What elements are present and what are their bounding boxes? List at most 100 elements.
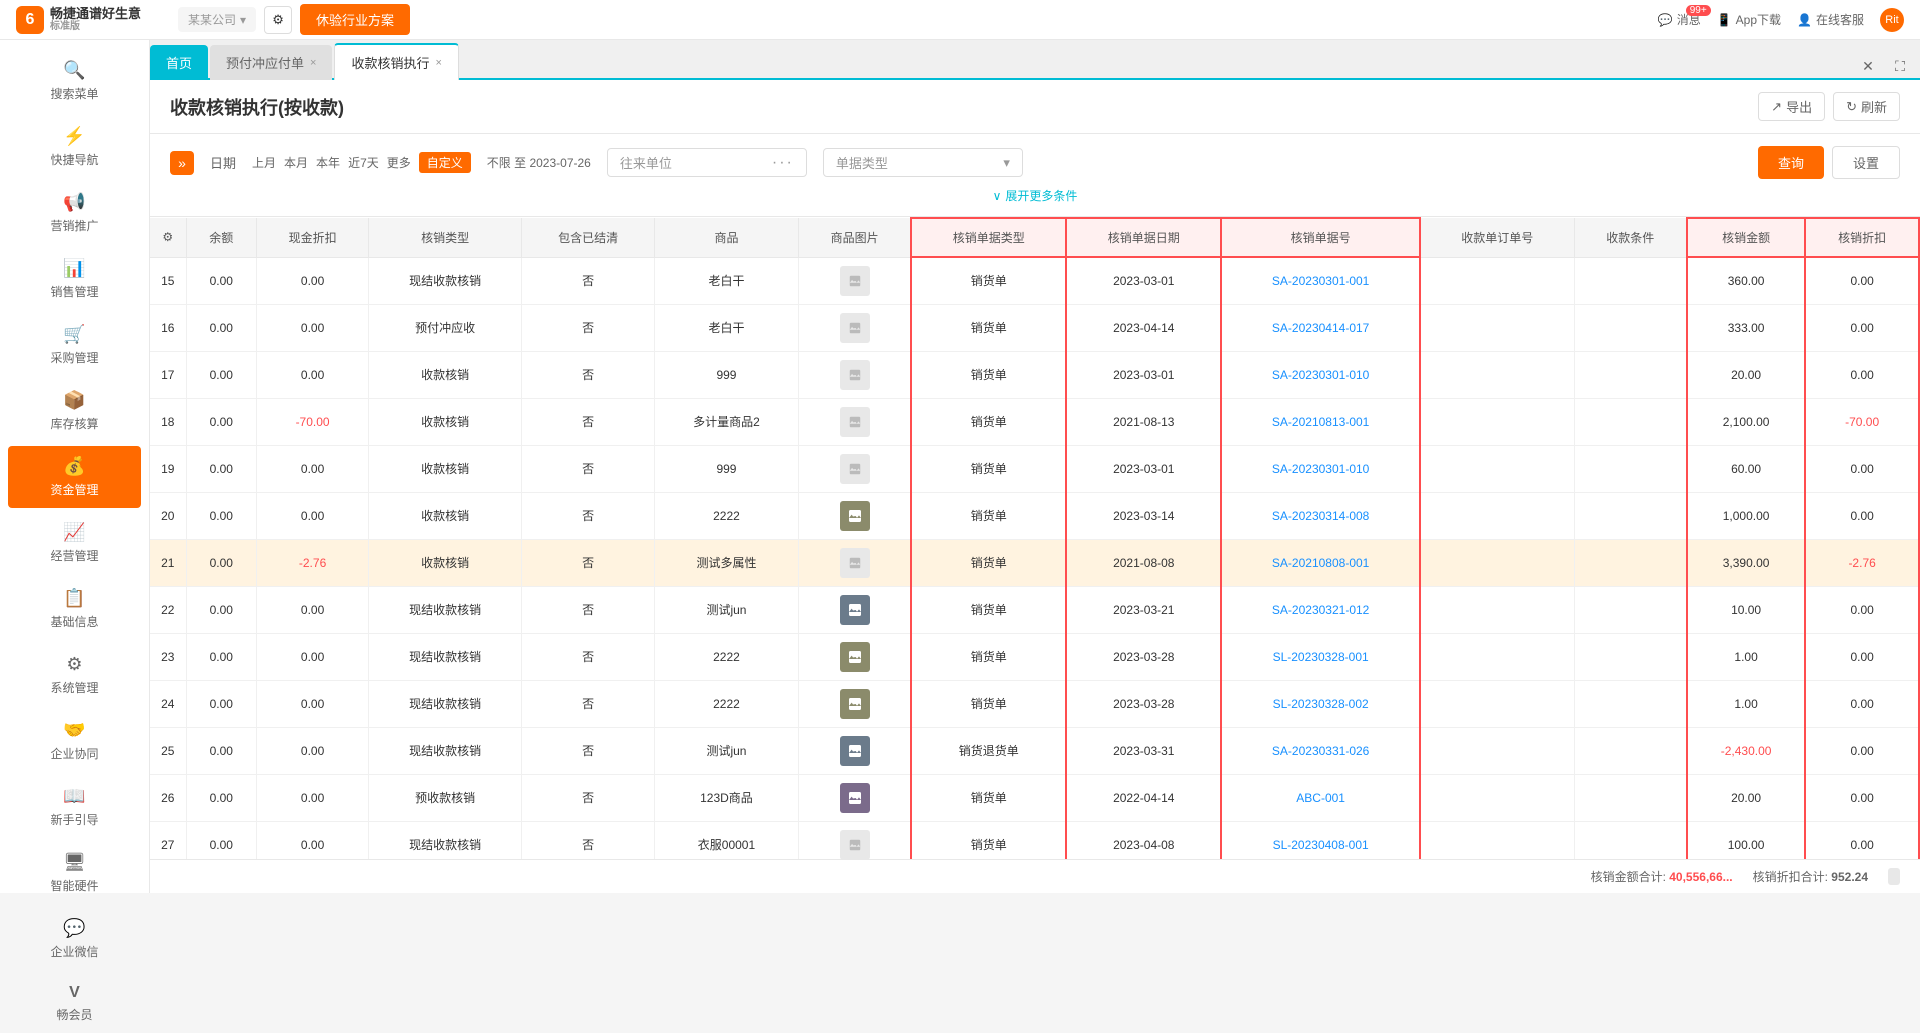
cell-bill-no[interactable]: SA-20230301-001 bbox=[1221, 257, 1420, 304]
cell-bill-no[interactable]: SA-20230301-010 bbox=[1221, 445, 1420, 492]
product-image-default[interactable] bbox=[840, 266, 870, 296]
cell-included: 否 bbox=[522, 633, 655, 680]
data-table-container: ⚙ 余额 现金折扣 核销类型 包含已结清 商品 商品图片 核销单据类型 核销单据… bbox=[150, 217, 1920, 859]
user-avatar[interactable]: Rit bbox=[1880, 8, 1904, 32]
sidebar-item-hardware[interactable]: 🖥 智能硬件 bbox=[8, 842, 141, 904]
cell-bill-no[interactable]: ABC-001 bbox=[1221, 774, 1420, 821]
tab-expand-button[interactable]: ⛶ bbox=[1888, 54, 1912, 78]
cell-id: 18 bbox=[150, 398, 186, 445]
settings-button[interactable]: ⚙ bbox=[264, 6, 292, 34]
date-more[interactable]: 更多 bbox=[387, 154, 411, 171]
sidebar-item-wechat[interactable]: 💬 企业微信 bbox=[8, 908, 141, 970]
bill-no-link[interactable]: SA-20210808-001 bbox=[1272, 556, 1369, 570]
bill-no-link[interactable]: SA-20230414-017 bbox=[1272, 321, 1369, 335]
bill-no-link[interactable]: SL-20230408-001 bbox=[1273, 838, 1369, 852]
tab-prepay-close[interactable]: × bbox=[310, 57, 316, 69]
sidebar-item-purchase[interactable]: 🛒 采购管理 bbox=[8, 314, 141, 376]
sidebar-item-operation[interactable]: 📈 经营管理 bbox=[8, 512, 141, 574]
date-7days[interactable]: 近7天 bbox=[348, 154, 379, 171]
cell-bill-no[interactable]: SL-20230408-001 bbox=[1221, 821, 1420, 859]
sidebar-item-finance[interactable]: 💰 资金管理 bbox=[8, 446, 141, 508]
product-image[interactable] bbox=[840, 642, 870, 672]
wechat-icon: 💬 bbox=[63, 918, 85, 939]
date-custom[interactable]: 自定义 bbox=[419, 152, 471, 173]
bill-no-link[interactable]: SA-20230301-010 bbox=[1272, 368, 1369, 382]
sidebar-item-system[interactable]: ⚙ 系统管理 bbox=[8, 644, 141, 706]
company-selector[interactable]: 某某公司 ▾ bbox=[178, 7, 256, 32]
bill-no-link[interactable]: SL-20230328-002 bbox=[1273, 697, 1369, 711]
product-image[interactable] bbox=[840, 783, 870, 813]
sidebar-item-quicknav[interactable]: ⚡ 快捷导航 bbox=[8, 116, 141, 178]
sidebar-item-collab[interactable]: 🤝 企业协同 bbox=[8, 710, 141, 772]
bill-no-link[interactable]: SA-20210813-001 bbox=[1272, 415, 1369, 429]
chevron-down-icon-more: ∨ bbox=[993, 189, 1002, 203]
bill-no-link[interactable]: SA-20230321-012 bbox=[1272, 603, 1369, 617]
date-this-year[interactable]: 本年 bbox=[316, 154, 340, 171]
cell-order-no bbox=[1420, 774, 1574, 821]
cell-bill-no[interactable]: SA-20230301-010 bbox=[1221, 351, 1420, 398]
product-image-default[interactable] bbox=[840, 313, 870, 343]
bill-no-link[interactable]: ABC-001 bbox=[1296, 791, 1345, 805]
sidebar-item-vip[interactable]: V 畅会员 bbox=[8, 974, 141, 1033]
cell-bill-no[interactable]: SA-20210808-001 bbox=[1221, 539, 1420, 586]
bill-type-selector[interactable]: 单据类型 ▾ bbox=[823, 148, 1023, 177]
product-image[interactable] bbox=[840, 595, 870, 625]
data-table: ⚙ 余额 现金折扣 核销类型 包含已结清 商品 商品图片 核销单据类型 核销单据… bbox=[150, 217, 1920, 859]
sidebar-item-basic[interactable]: 📋 基础信息 bbox=[8, 578, 141, 640]
product-image[interactable] bbox=[840, 689, 870, 719]
query-button[interactable]: 查询 bbox=[1758, 146, 1824, 179]
date-last-month[interactable]: 上月 bbox=[252, 154, 276, 171]
tab-home[interactable]: 首页 bbox=[150, 45, 208, 80]
sidebar-item-guide[interactable]: 📖 新手引导 bbox=[8, 776, 141, 838]
tab-close-all-button[interactable]: ✕ bbox=[1856, 54, 1880, 78]
cell-bill-no[interactable]: SA-20230321-012 bbox=[1221, 586, 1420, 633]
product-image-default[interactable] bbox=[840, 360, 870, 390]
cell-bill-no[interactable]: SL-20230328-001 bbox=[1221, 633, 1420, 680]
sidebar-label-vip: 畅会员 bbox=[56, 1006, 92, 1023]
product-image-default[interactable] bbox=[840, 454, 870, 484]
cell-bill-type: 销货单 bbox=[911, 586, 1066, 633]
industry-button[interactable]: 休验行业方案 bbox=[300, 4, 410, 35]
tab-prepay[interactable]: 预付冲应付单 × bbox=[210, 45, 332, 80]
top-bar-right: 💬 消息 99+ 📱 App下载 👤 在线客服 Rit bbox=[1658, 8, 1904, 32]
export-button[interactable]: ↗ 导出 bbox=[1758, 92, 1825, 121]
sidebar-item-marketing[interactable]: 📢 营销推广 bbox=[8, 182, 141, 244]
expand-more-button[interactable]: ∨ 展开更多条件 bbox=[170, 187, 1900, 204]
cell-bill-no[interactable]: SA-20230331-026 bbox=[1221, 727, 1420, 774]
cell-product: 2222 bbox=[654, 492, 798, 539]
cell-pay-condition bbox=[1574, 257, 1687, 304]
filter-settings-button[interactable]: 设置 bbox=[1832, 146, 1900, 179]
cell-bill-no[interactable]: SL-20230328-002 bbox=[1221, 680, 1420, 727]
message-button[interactable]: 💬 消息 99+ bbox=[1658, 11, 1701, 28]
sidebar-item-sales[interactable]: 📊 销售管理 bbox=[8, 248, 141, 310]
app-download-button[interactable]: 📱 App下载 bbox=[1717, 11, 1781, 28]
cell-bill-no[interactable]: SA-20230414-017 bbox=[1221, 304, 1420, 351]
tab-verify-close[interactable]: × bbox=[435, 57, 441, 69]
product-image-default[interactable] bbox=[840, 830, 870, 860]
online-service-button[interactable]: 👤 在线客服 bbox=[1797, 11, 1864, 28]
product-image[interactable] bbox=[840, 736, 870, 766]
sidebar-item-search[interactable]: 🔍 搜索菜单 bbox=[8, 50, 141, 112]
filter-expand-button[interactable]: » bbox=[170, 151, 194, 175]
bill-no-link[interactable]: SA-20230314-008 bbox=[1272, 509, 1369, 523]
cell-verify-type: 收款核销 bbox=[369, 351, 522, 398]
party-selector[interactable]: 往来单位 ··· bbox=[607, 148, 807, 177]
cell-bill-no[interactable]: SA-20230314-008 bbox=[1221, 492, 1420, 539]
bill-no-link[interactable]: SA-20230301-001 bbox=[1272, 274, 1369, 288]
bill-no-link[interactable]: SA-20230331-026 bbox=[1272, 744, 1369, 758]
product-image-default[interactable] bbox=[840, 407, 870, 437]
cell-included: 否 bbox=[522, 774, 655, 821]
tab-verify[interactable]: 收款核销执行 × bbox=[334, 43, 458, 80]
product-image[interactable] bbox=[840, 501, 870, 531]
cell-product: 测试多属性 bbox=[654, 539, 798, 586]
finance-icon: 💰 bbox=[63, 456, 85, 477]
cell-bill-no[interactable]: SA-20210813-001 bbox=[1221, 398, 1420, 445]
scroll-indicator[interactable] bbox=[1888, 868, 1900, 885]
date-this-month[interactable]: 本月 bbox=[284, 154, 308, 171]
product-image-default[interactable] bbox=[840, 548, 870, 578]
bill-no-link[interactable]: SA-20230301-010 bbox=[1272, 462, 1369, 476]
filter-row: » 日期 上月 本月 本年 近7天 更多 自定义 不限 至 2023-07-26… bbox=[170, 146, 1900, 179]
refresh-button[interactable]: ↻ 刷新 bbox=[1833, 92, 1900, 121]
bill-no-link[interactable]: SL-20230328-001 bbox=[1273, 650, 1369, 664]
sidebar-item-inventory[interactable]: 📦 库存核算 bbox=[8, 380, 141, 442]
